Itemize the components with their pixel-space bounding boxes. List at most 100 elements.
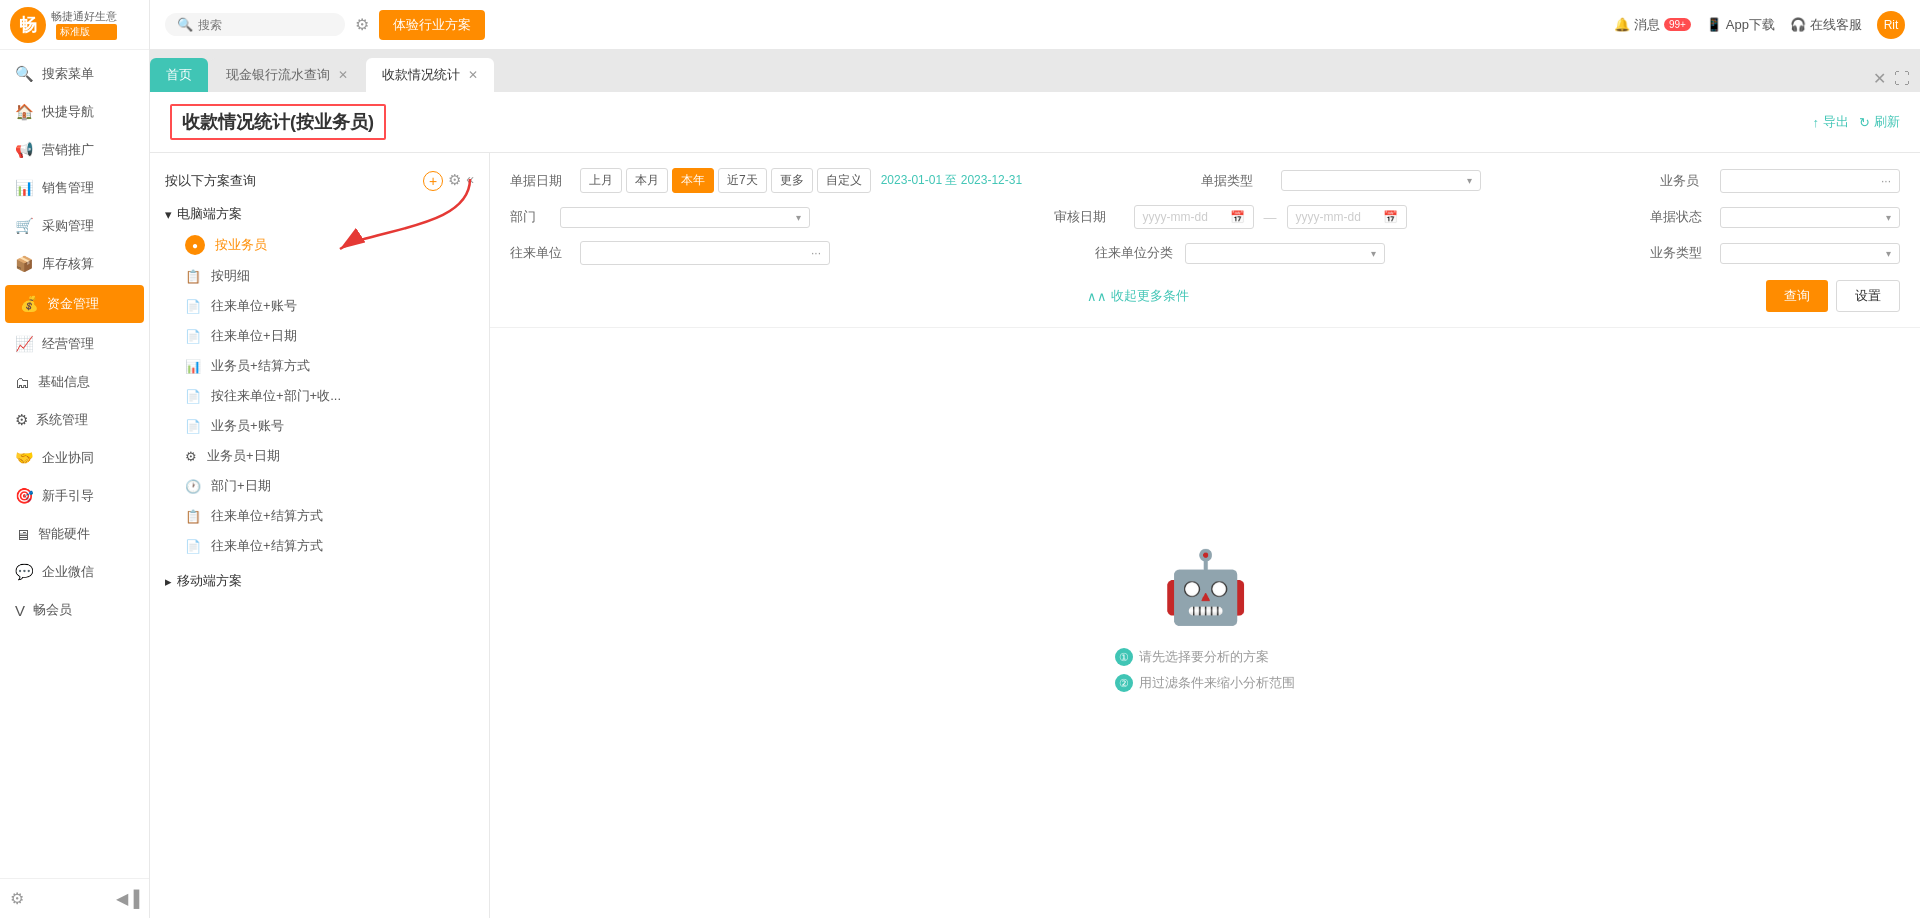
tree-item-partner-method1-label: 往来单位+结算方式 — [211, 507, 323, 525]
desktop-section[interactable]: ▾ 电脑端方案 — [150, 199, 489, 229]
tab-close-all-icon[interactable]: ✕ — [1873, 69, 1886, 88]
biz-type-select[interactable]: ▾ — [1720, 243, 1900, 264]
empty-tips-list: ① 请先选择要分析的方案 ② 用过滤条件来缩小分析范围 — [1115, 648, 1295, 700]
doc-status-select[interactable]: ▾ — [1720, 207, 1900, 228]
partner-category-select[interactable]: ▾ — [1185, 243, 1385, 264]
online-service-button[interactable]: 🎧 在线客服 — [1790, 16, 1862, 34]
dept-date-icon: 🕐 — [185, 479, 201, 494]
desktop-section-label: 电脑端方案 — [177, 205, 242, 223]
tree-item-partner-account[interactable]: 📄 往来单位+账号 — [150, 291, 489, 321]
topbar-gear-icon[interactable]: ⚙ — [355, 15, 369, 34]
date-label: 单据日期 — [510, 172, 570, 190]
date-btn-last-month[interactable]: 上月 — [580, 168, 622, 193]
tab-receipt[interactable]: 收款情况统计 ✕ — [366, 58, 494, 92]
app-logo-icon: 畅 — [10, 7, 46, 43]
biz-type-label: 业务类型 — [1650, 244, 1710, 262]
calendar-start-icon[interactable]: 📅 — [1230, 210, 1245, 224]
tab-cashflow-close[interactable]: ✕ — [338, 68, 348, 82]
review-date-end-input[interactable]: yyyy-mm-dd 📅 — [1287, 205, 1407, 229]
tree-item-salesman-account-label: 业务员+账号 — [211, 417, 284, 435]
tree-item-dept-date[interactable]: 🕐 部门+日期 — [150, 471, 489, 501]
sidebar-item-wechat[interactable]: 💬 企业微信 — [0, 553, 149, 591]
date-btn-custom[interactable]: 自定义 — [817, 168, 871, 193]
panel-collapse-icon[interactable]: « — [466, 171, 474, 191]
sidebar-item-purchase[interactable]: 🛒 采购管理 — [0, 207, 149, 245]
app-download-label: App下载 — [1726, 16, 1775, 34]
tree-item-salesman-date[interactable]: ⚙ 业务员+日期 — [150, 441, 489, 471]
logo-char: 畅 — [19, 13, 37, 37]
tab-receipt-label: 收款情况统计 — [382, 66, 460, 84]
export-button[interactable]: ↑ 导出 — [1813, 113, 1850, 131]
wechat-nav-icon: 💬 — [15, 563, 34, 581]
sidebar-item-operation[interactable]: 📈 经营管理 — [0, 325, 149, 363]
mobile-section[interactable]: ▸ 移动端方案 — [150, 566, 489, 596]
sidebar-item-search[interactable]: 🔍 搜索菜单 — [0, 55, 149, 93]
tree-item-partner-method1[interactable]: 📋 往来单位+结算方式 — [150, 501, 489, 531]
date-btn-this-month[interactable]: 本月 — [626, 168, 668, 193]
tree-item-salesman-method[interactable]: 📊 业务员+结算方式 — [150, 351, 489, 381]
sidebar-settings-icon[interactable]: ⚙ — [10, 889, 24, 908]
tree-item-by-salesman[interactable]: ● 按业务员 — [150, 229, 489, 261]
left-panel: 按以下方案查询 + ⚙ « ▾ — [150, 153, 490, 918]
partner-select[interactable]: ··· — [580, 241, 830, 265]
dept-select[interactable]: ▾ — [560, 207, 810, 228]
tab-receipt-close[interactable]: ✕ — [468, 68, 478, 82]
sidebar-item-inventory[interactable]: 📦 库存核算 — [0, 245, 149, 283]
sidebar-label-guide: 新手引导 — [42, 487, 94, 505]
collapse-button[interactable]: ∧∧ 收起更多条件 — [1087, 287, 1189, 305]
salesman-select[interactable]: ··· — [1720, 169, 1900, 193]
sidebar-item-quicknav[interactable]: 🏠 快捷导航 — [0, 93, 149, 131]
app-download-button[interactable]: 📱 App下载 — [1706, 16, 1775, 34]
sidebar-item-system[interactable]: ⚙ 系统管理 — [0, 401, 149, 439]
search-input[interactable] — [198, 18, 328, 32]
tab-home-label: 首页 — [166, 66, 192, 84]
tab-home[interactable]: 首页 — [150, 58, 208, 92]
tree-item-by-detail[interactable]: 📋 按明细 — [150, 261, 489, 291]
sidebar-item-enterprise[interactable]: 🤝 企业协同 — [0, 439, 149, 477]
sidebar-item-member[interactable]: V 畅会员 — [0, 591, 149, 629]
date-buttons: 上月 本月 本年 近7天 更多 自定义 — [580, 168, 871, 193]
refresh-button[interactable]: ↻ 刷新 — [1859, 113, 1900, 131]
tab-maximize-icon[interactable]: ⛶ — [1894, 70, 1910, 88]
panel-gear-icon[interactable]: ⚙ — [448, 171, 461, 191]
sidebar-label-system: 系统管理 — [36, 411, 88, 429]
doc-type-select[interactable]: ▾ — [1281, 170, 1481, 191]
sidebar-item-finance[interactable]: 💰 资金管理 — [5, 285, 144, 323]
tab-cashflow[interactable]: 现金银行流水查询 ✕ — [210, 58, 364, 92]
sidebar-nav: 🔍 搜索菜单 🏠 快捷导航 📢 营销推广 📊 销售管理 🛒 采购管理 📦 库存核… — [0, 50, 149, 878]
setting-button[interactable]: 设置 — [1836, 280, 1900, 312]
panel-title: 按以下方案查询 — [165, 172, 415, 190]
logo-subtext: 畅捷通好生意 — [51, 9, 117, 24]
date-btn-7days[interactable]: 近7天 — [718, 168, 767, 193]
salesman-method-icon: 📊 — [185, 359, 201, 374]
date-btn-more[interactable]: 更多 — [771, 168, 813, 193]
tabbar: 首页 现金银行流水查询 ✕ 收款情况统计 ✕ ✕ ⛶ — [150, 50, 1920, 92]
query-button[interactable]: 查询 — [1766, 280, 1828, 312]
doc-status-label: 单据状态 — [1650, 208, 1710, 226]
user-avatar[interactable]: Rit — [1877, 11, 1905, 39]
tree-item-partner-dept-receipt[interactable]: 📄 按往来单位+部门+收... — [150, 381, 489, 411]
date-btn-this-year[interactable]: 本年 — [672, 168, 714, 193]
sidebar-label-inventory: 库存核算 — [42, 255, 94, 273]
sidebar-item-basic[interactable]: 🗂 基础信息 — [0, 363, 149, 401]
promo-button[interactable]: 体验行业方案 — [379, 10, 485, 40]
sidebar-item-sales[interactable]: 📊 销售管理 — [0, 169, 149, 207]
tree-item-partner-date[interactable]: 📄 往来单位+日期 — [150, 321, 489, 351]
tree-item-salesman-account[interactable]: 📄 业务员+账号 — [150, 411, 489, 441]
sidebar-label-hardware: 智能硬件 — [38, 525, 90, 543]
panel-add-icon[interactable]: + — [423, 171, 443, 191]
salesman-more-icon: ··· — [1881, 174, 1891, 188]
calendar-end-icon[interactable]: 📅 — [1383, 210, 1398, 224]
review-date-start-input[interactable]: yyyy-mm-dd 📅 — [1134, 205, 1254, 229]
page-title: 收款情况统计(按业务员) — [170, 104, 386, 140]
sidebar-label-search: 搜索菜单 — [42, 65, 94, 83]
sidebar-collapse-icon[interactable]: ◀▐ — [116, 889, 139, 908]
sidebar-item-guide[interactable]: 🎯 新手引导 — [0, 477, 149, 515]
tree-item-partner-method2[interactable]: 📄 往来单位+结算方式 — [150, 531, 489, 561]
sidebar-item-marketing[interactable]: 📢 营销推广 — [0, 131, 149, 169]
messages-button[interactable]: 🔔 消息 99+ — [1614, 16, 1691, 34]
member-nav-icon: V — [15, 602, 25, 619]
partner-more-icon[interactable]: ··· — [811, 246, 821, 260]
sidebar-item-hardware[interactable]: 🖥 智能硬件 — [0, 515, 149, 553]
topbar-search-box[interactable]: 🔍 — [165, 13, 345, 36]
